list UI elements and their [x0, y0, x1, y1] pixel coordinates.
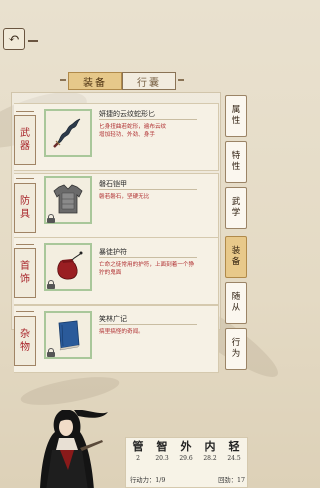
back-button[interactable]: ↶ [3, 28, 25, 50]
pouch-icon [57, 251, 83, 280]
side-tab-martial-arts[interactable]: 武 学 [225, 187, 247, 229]
lock-icon [47, 348, 55, 357]
item-name: 笑林广记 [99, 315, 127, 323]
category-decor [16, 311, 34, 312]
item-name: 暴徒护符 [99, 248, 127, 256]
category-label-armor: 防 具 [14, 183, 36, 233]
side-tab-attributes[interactable]: 属 性 [225, 95, 247, 137]
tab-equipment[interactable]: 装备 [68, 72, 122, 90]
item-description: 匕身扭曲若蛇形，遍布云纹 增加轻功、外劲、身手 [99, 124, 167, 138]
category-decor [16, 244, 34, 245]
recovery-text: 回劲：17 [218, 477, 245, 484]
stat-agility: 轻 24.5 [227, 440, 241, 462]
tab-decor [178, 79, 184, 81]
item-name: 妍捷的云纹蛇形匕 [99, 110, 155, 118]
side-tab-equipment[interactable]: 装 备 [225, 236, 247, 278]
category-label-jewelry: 首 饰 [14, 248, 36, 298]
lock-icon [47, 280, 55, 289]
book-icon [58, 320, 80, 351]
side-tab-followers[interactable]: 随 从 [225, 282, 247, 324]
tab-bag[interactable]: 行囊 [122, 72, 176, 90]
item-description: 磐若磐石，坚硬无比 [99, 194, 150, 200]
title-divider [28, 40, 38, 42]
item-divider [99, 189, 197, 190]
tab-bar: 装备 行囊 [68, 72, 176, 90]
stat-external: 外 29.6 [179, 440, 193, 462]
stat-wisdom: 智 20.3 [155, 440, 169, 462]
stat-internal: 内 28.2 [203, 440, 217, 462]
category-decor [16, 178, 34, 179]
side-tab-behavior[interactable]: 行 为 [225, 328, 247, 370]
item-divider [99, 257, 197, 258]
item-description: 搞里搞怪的奇闻。 [99, 329, 144, 335]
category-label-weapon: 武 器 [14, 115, 36, 165]
item-thumbnail[interactable] [44, 109, 92, 157]
item-divider [99, 119, 197, 120]
character-illustration [40, 409, 108, 488]
category-label-misc: 杂 物 [14, 316, 36, 366]
stats-panel: 管 2 智 20.3 外 29.6 内 28.2 轻 24.5 行动力：1/9 … [125, 437, 248, 488]
status-bar: 行动力：1/9 回劲：17 [130, 475, 245, 484]
dagger-icon [53, 118, 81, 148]
back-arrow-icon: ↶ [8, 31, 20, 47]
item-name: 磐石铠甲 [99, 180, 127, 188]
tab-decor [60, 79, 66, 81]
brush-stroke-decor [18, 371, 122, 411]
lock-icon [47, 214, 55, 223]
item-divider [99, 324, 197, 325]
item-description: 亡命之徒常用的护符，上面刻着一个狰狞的鬼面 [99, 262, 195, 276]
stat-management: 管 2 [132, 440, 144, 462]
character-portrait [22, 409, 112, 488]
category-decor [16, 111, 34, 112]
action-points-text: 行动力：1/9 [130, 477, 166, 484]
side-tab-traits[interactable]: 特 性 [225, 141, 247, 183]
